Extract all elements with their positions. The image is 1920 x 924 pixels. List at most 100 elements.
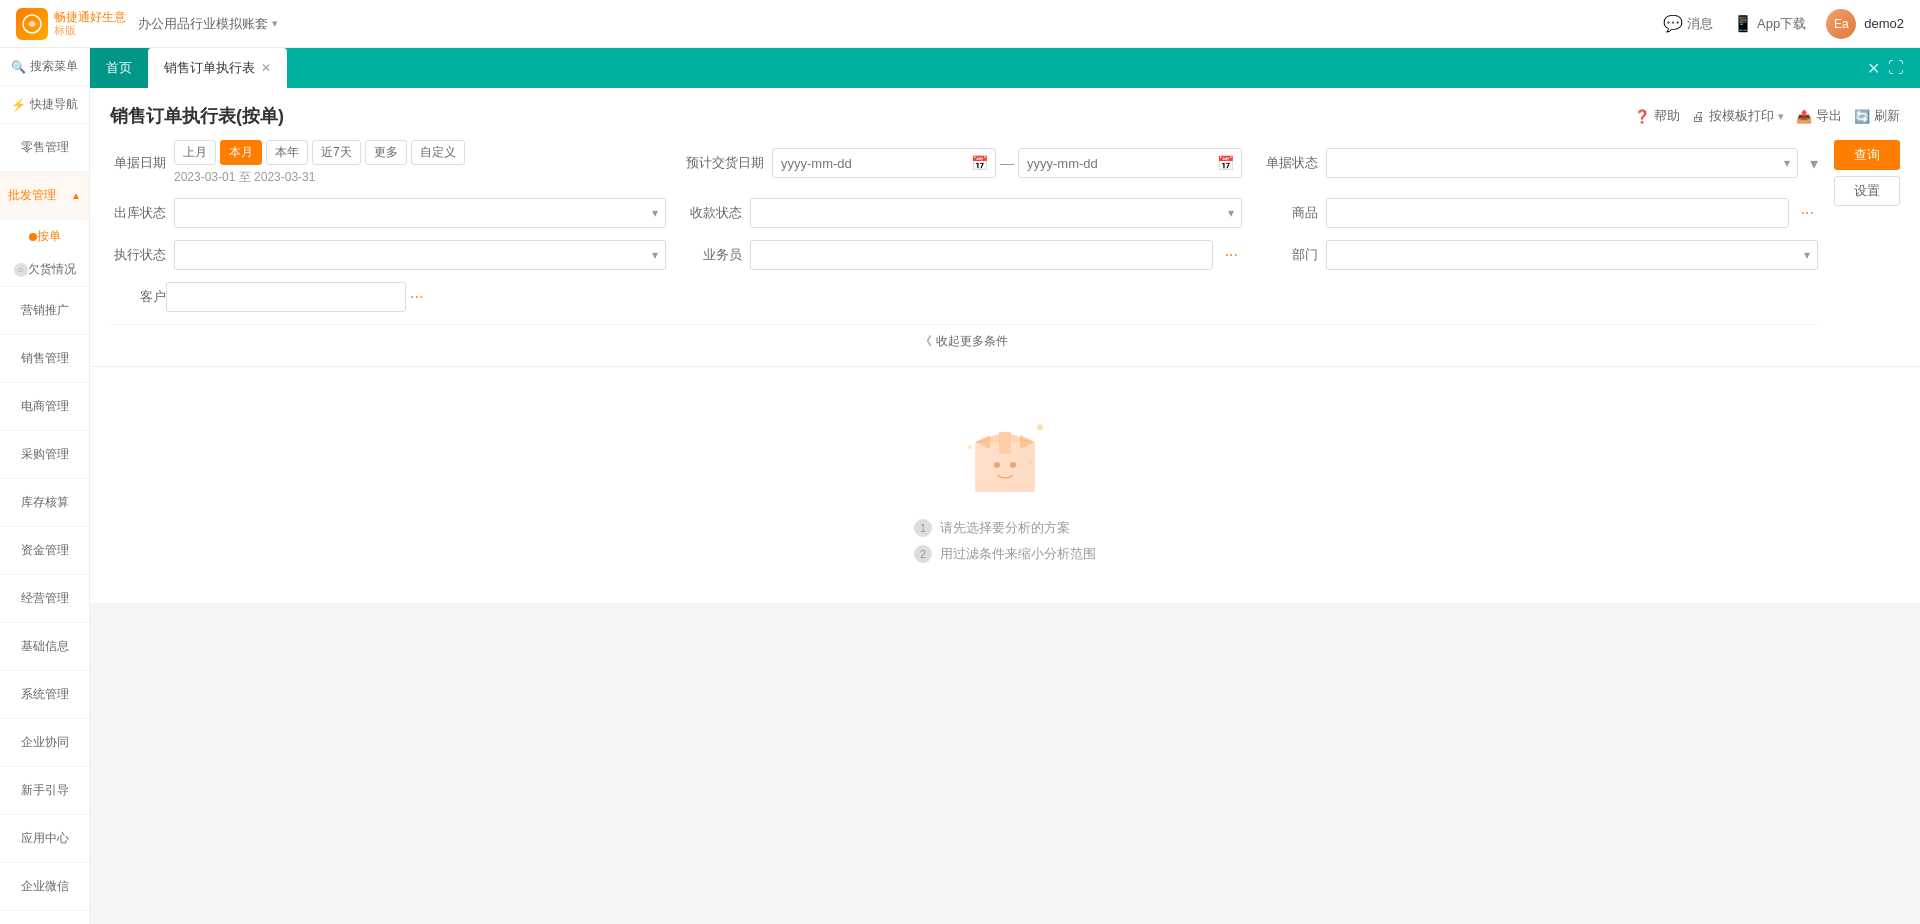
collapse-icon: 《 <box>920 333 932 350</box>
filter-row-3: 执行状态 业务员 <box>110 240 1818 270</box>
filter-panel: 销售订单执行表(按单) ❓ 帮助 🖨 按模板打印 ▾ <box>90 88 1920 367</box>
sidebar-quick-nav[interactable]: ⚡ 快捷导航 <box>0 86 89 124</box>
btn-custom[interactable]: 自定义 <box>411 140 465 165</box>
btn-last-month[interactable]: 上月 <box>174 140 216 165</box>
quick-date-row: 上月 本月 本年 近7天 更多 自定义 <box>174 140 666 165</box>
collapse-label: 收起更多条件 <box>936 333 1008 350</box>
tab-home[interactable]: 首页 <box>90 48 148 88</box>
svg-point-3 <box>1037 424 1043 430</box>
expected-date-from[interactable] <box>772 148 996 178</box>
collapse-btn[interactable]: 《 收起更多条件 <box>110 324 1818 350</box>
sidebar-item-member[interactable]: 畅会员 <box>0 911 89 924</box>
sidebar-item-system[interactable]: 系统管理 <box>0 671 89 719</box>
btn-this-year[interactable]: 本年 <box>266 140 308 165</box>
data-area: 1 请先选择要分析的方案 2 用过滤条件来缩小分析范围 <box>90 367 1920 603</box>
sidebar-item-purchase[interactable]: 采购管理 <box>0 431 89 479</box>
filter-cell-goods: 商品 ··· <box>1262 198 1818 228</box>
export-icon: 📤 <box>1796 109 1812 124</box>
tab-maximize-icon[interactable]: ⛶ <box>1888 59 1904 77</box>
sidebar-sub-debt[interactable]: ○ 欠货情况 <box>0 253 89 286</box>
user-area[interactable]: Ea demo2 <box>1826 9 1904 39</box>
print-button[interactable]: 🖨 按模板打印 ▾ <box>1692 107 1784 125</box>
goods-input[interactable] <box>1326 198 1789 228</box>
sub-dot-debt: ○ <box>14 263 28 277</box>
query-button[interactable]: 查询 <box>1834 140 1900 170</box>
exec-select-wrap <box>174 240 666 270</box>
company-selector[interactable]: 办公用品行业模拟账套 ▾ <box>138 15 278 33</box>
dept-select[interactable] <box>1326 240 1818 270</box>
dept-select-wrap <box>1326 240 1818 270</box>
status-dropdown-icon[interactable]: ▾ <box>1810 154 1818 173</box>
sidebar-label-retail: 零售管理 <box>21 139 69 156</box>
salesperson-dots-btn[interactable]: ··· <box>1221 246 1242 264</box>
app-download-action[interactable]: 📱 App下载 <box>1733 14 1806 33</box>
expected-date-label: 预计交货日期 <box>686 154 764 172</box>
sidebar-item-guide[interactable]: 新手引导 <box>0 767 89 815</box>
sidebar-item-basic[interactable]: 基础信息 <box>0 623 89 671</box>
sub-label-order: 按单 <box>37 228 61 245</box>
empty-tip-1: 1 请先选择要分析的方案 <box>914 519 1096 537</box>
salesperson-label: 业务员 <box>686 246 742 264</box>
tip-text-2: 用过滤条件来缩小分析范围 <box>940 545 1096 563</box>
sidebar-item-retail[interactable]: 零售管理 <box>0 124 89 172</box>
export-button[interactable]: 📤 导出 <box>1796 107 1842 125</box>
settings-button[interactable]: 设置 <box>1834 176 1900 206</box>
expected-date-range: 📅 — 📅 <box>772 148 1242 178</box>
sidebar-label-wholesale: 批发管理 <box>8 187 56 204</box>
customer-input[interactable] <box>166 282 406 312</box>
filter-cell-salesperson: 业务员 ··· <box>686 240 1242 270</box>
btn-7days[interactable]: 近7天 <box>312 140 361 165</box>
search-icon: 🔍 <box>11 60 26 74</box>
print-label: 按模板打印 <box>1709 107 1774 125</box>
empty-icon <box>955 407 1055 507</box>
page-title: 销售订单执行表(按单) <box>110 104 284 128</box>
user-name: demo2 <box>1864 16 1904 31</box>
filter-row-4: 客户 ··· <box>110 282 1818 312</box>
warehouse-select[interactable] <box>174 198 666 228</box>
logo-icon <box>16 8 48 40</box>
tab-close-icon[interactable]: ✕ <box>261 61 271 75</box>
sidebar-item-ops[interactable]: 经营管理 <box>0 575 89 623</box>
sidebar-sub-order[interactable]: 按单 <box>0 220 89 253</box>
tab-sales-order[interactable]: 销售订单执行表 ✕ <box>148 48 287 88</box>
sidebar-item-wechat[interactable]: 企业微信 <box>0 863 89 911</box>
sub-label-debt: 欠货情况 <box>28 261 76 278</box>
filter-row-1: 单据日期 上月 本月 本年 近7天 更多 自定义 <box>110 140 1818 186</box>
header-right: 💬 消息 📱 App下载 Ea demo2 <box>1663 9 1904 39</box>
refresh-button[interactable]: 🔄 刷新 <box>1854 107 1900 125</box>
sidebar-item-wholesale[interactable]: 批发管理 ▲ <box>0 172 89 220</box>
payment-select[interactable] <box>750 198 1242 228</box>
dept-label: 部门 <box>1262 246 1318 264</box>
filter-cell-expected-date: 预计交货日期 📅 — <box>686 140 1242 186</box>
filter-right-btns: 查询 设置 <box>1834 140 1900 350</box>
sidebar-item-sales[interactable]: 销售管理 <box>0 335 89 383</box>
expected-date-to[interactable] <box>1018 148 1242 178</box>
svg-point-6 <box>994 462 1000 468</box>
sidebar-label-system: 系统管理 <box>21 686 69 703</box>
salesperson-input[interactable] <box>750 240 1213 270</box>
help-button[interactable]: ❓ 帮助 <box>1634 107 1680 125</box>
customer-dots-btn[interactable]: ··· <box>406 288 427 306</box>
status-select[interactable] <box>1326 148 1798 178</box>
sidebar-item-enterprise[interactable]: 企业协同 <box>0 719 89 767</box>
tab-minimize-icon[interactable]: ✕ <box>1867 59 1880 78</box>
date-separator: — <box>1000 155 1014 171</box>
sidebar-search-menu[interactable]: 🔍 搜索菜单 <box>0 48 89 86</box>
sidebar-item-finance[interactable]: 资金管理 <box>0 527 89 575</box>
sidebar-label-purchase: 采购管理 <box>21 446 69 463</box>
sidebar-item-inventory[interactable]: 库存核算 <box>0 479 89 527</box>
page-content: 销售订单执行表(按单) ❓ 帮助 🖨 按模板打印 ▾ <box>90 88 1920 924</box>
message-action[interactable]: 💬 消息 <box>1663 14 1713 33</box>
customer-label: 客户 <box>110 288 166 306</box>
sidebar-item-marketing[interactable]: 营销推广 <box>0 287 89 335</box>
btn-more[interactable]: 更多 <box>365 140 407 165</box>
btn-this-month[interactable]: 本月 <box>220 140 262 165</box>
sidebar-item-apps[interactable]: 应用中心 <box>0 815 89 863</box>
exec-select[interactable] <box>174 240 666 270</box>
wholesale-arrow-icon: ▲ <box>71 190 81 201</box>
sidebar-item-ecommerce[interactable]: 电商管理 <box>0 383 89 431</box>
app-icon: 📱 <box>1733 14 1753 33</box>
warehouse-label: 出库状态 <box>110 204 166 222</box>
tab-bar: 首页 销售订单执行表 ✕ ✕ ⛶ <box>90 48 1920 88</box>
goods-dots-btn[interactable]: ··· <box>1797 204 1818 222</box>
